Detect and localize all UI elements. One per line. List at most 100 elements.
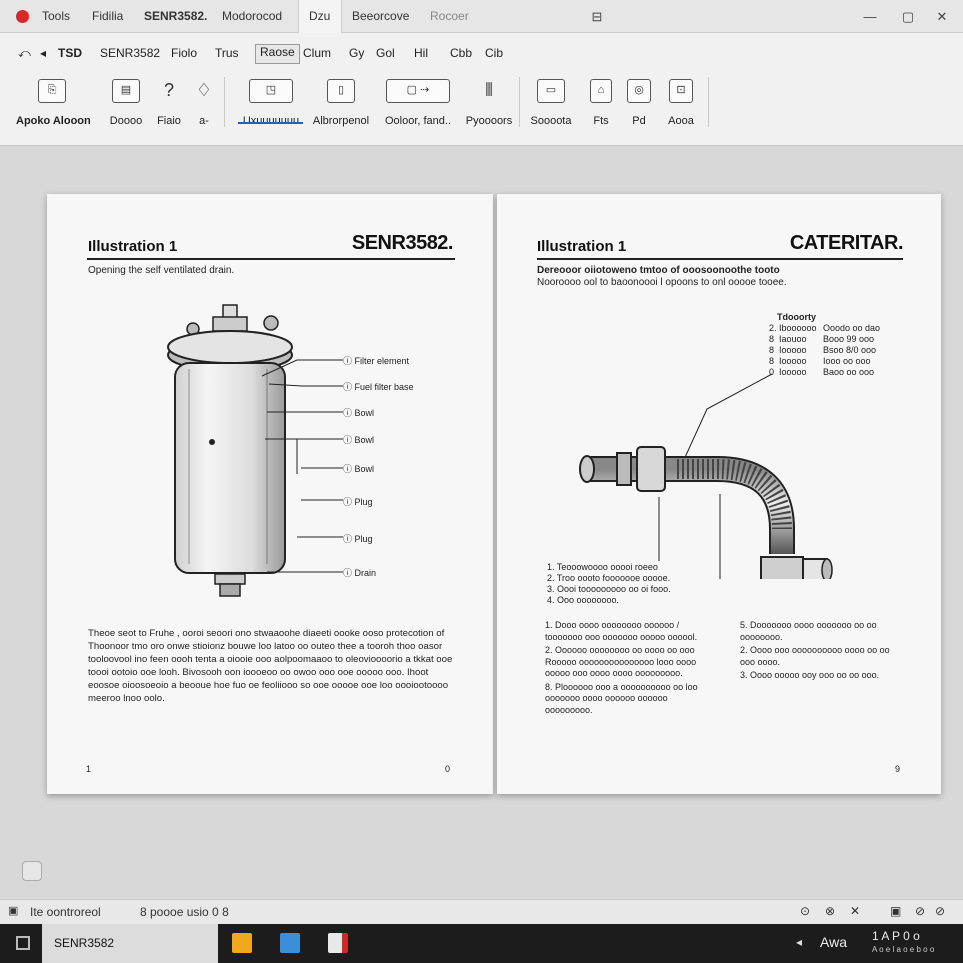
folder-app-icon[interactable] <box>232 933 252 953</box>
callout-8: ⓘ Drain <box>343 568 377 578</box>
ribbon-tab-gol[interactable]: Gol <box>376 46 395 66</box>
ribbon-button-aooa[interactable]: ⊡ Aooa <box>662 79 700 127</box>
list-item: 1. Dooo oooo oooooooo oooooo / tooooooo … <box>545 620 698 642</box>
taskbar-active-app[interactable]: SENR3582 <box>42 924 218 963</box>
page-title: Illustration 1 <box>88 238 178 255</box>
tab-document[interactable]: SENR3582. <box>134 0 217 33</box>
document-canvas[interactable]: Illustration 1 SENR3582. Opening the sel… <box>0 147 963 899</box>
ribbon-button-doooo[interactable]: ▤ Doooo <box>104 79 148 127</box>
minimize-icon[interactable]: — <box>858 0 882 33</box>
ribbon-label: Pyoooors <box>465 115 513 127</box>
page-number-right: 0 <box>445 764 451 774</box>
ribbon-button-soooota[interactable]: ▭ Soooota <box>526 79 576 127</box>
ribbon-label: Pd <box>632 115 646 127</box>
ribbon-separator <box>708 77 709 127</box>
status-center-text: 8 poooe usio 0 8 <box>140 905 229 919</box>
list-item: 8. Ploooooo ooo a oooooooooo oo loo oooo… <box>545 681 698 715</box>
window-icon[interactable]: ⊟ <box>585 0 609 33</box>
ribbon-tab-cbb[interactable]: Cbb <box>450 46 472 66</box>
ribbon-tab-tsd[interactable]: TSD <box>58 46 82 66</box>
back-icon[interactable]: ◂ <box>40 46 46 66</box>
language-indicator[interactable]: Awa <box>820 934 847 950</box>
layout-icon[interactable]: ▣ <box>890 904 901 918</box>
body-paragraph: Theoe seot to Fruhe , ooroi seoori ono s… <box>88 628 453 704</box>
callout-1: ⓘ Filter element <box>343 356 410 366</box>
ribbon-tab-trus[interactable]: Trus <box>215 46 239 66</box>
title-bar: Tools Fidilia SENR3582. Modorocod Dzu Be… <box>0 0 963 33</box>
ribbon-label: Fiaio <box>157 115 181 127</box>
ribbon-tab-hil[interactable]: Hil <box>414 46 428 66</box>
list-icon: ▤ <box>112 79 140 103</box>
tab-beeorcove[interactable]: Beeorcove <box>342 0 419 33</box>
parts-list: 1. Teooowoooo ooooi roeeo 2. Troo oooto … <box>547 562 671 606</box>
zoom-in-icon[interactable]: ⊘ <box>935 904 945 918</box>
ribbon-button-a[interactable]: ♢ a- <box>190 79 218 127</box>
columns-icon: ⫴ <box>485 80 493 100</box>
document-app-icon[interactable] <box>328 933 348 953</box>
ribbon-tab-gy[interactable]: Gy <box>349 46 364 66</box>
page-subtitle: Dereooor oiiotoweno tmtoo of ooosoonooth… <box>537 265 780 276</box>
ribbon-label: Ooloor, fand.. <box>384 115 452 127</box>
diamond-icon: ♢ <box>195 80 213 100</box>
insert-icon: ▢ ⇢ <box>386 79 450 103</box>
callout-6: ⓘ Plug <box>343 497 373 507</box>
tray-arrow-icon[interactable]: ◂ <box>796 935 802 949</box>
brand-logo: CATERITAR. <box>789 232 904 254</box>
browser-app-icon[interactable] <box>280 933 300 953</box>
list-item: 2. Oooooo oooooooo oo oooo oo ooo Rooooo… <box>545 645 697 678</box>
undo-icon[interactable]: ⤺ <box>18 46 31 66</box>
close-icon[interactable]: ✕ <box>930 0 954 33</box>
start-icon[interactable] <box>16 936 30 950</box>
close-view-icon[interactable]: ✕ <box>850 904 860 918</box>
ribbon-label: Uxuuuuuuu <box>242 115 300 127</box>
ribbon-button-fts[interactable]: ⌂ Fts <box>586 79 616 127</box>
screen-icon: ▭ <box>537 79 565 103</box>
ribbon-tab-raose[interactable]: Raose <box>255 44 300 64</box>
list-item: 4. Ooo oooooooo. <box>547 595 620 605</box>
list-item: 2. Oooo ooo oooooooooo oooo oo oo ooo oo… <box>740 645 890 667</box>
status-left-text: Ite oontroreol <box>30 905 101 919</box>
zoom-out-icon[interactable]: ⊘ <box>915 904 925 918</box>
ribbon-tab-fiolo[interactable]: Fiolo <box>171 46 197 66</box>
callout-4: ⓘ Bowl <box>343 435 375 445</box>
ribbon-button-pd[interactable]: ◎ Pd <box>624 79 654 127</box>
tab-rocoer[interactable]: Rocoer <box>420 0 479 33</box>
app-record-icon[interactable] <box>16 10 29 23</box>
page-view-icon[interactable]: ▣ <box>8 904 18 917</box>
tab-modorocod[interactable]: Modorocod <box>212 0 292 33</box>
title-rule <box>537 258 903 260</box>
home-icon: ⌂ <box>590 79 612 103</box>
ribbon-button-apoko[interactable]: ⎘ Apoko Alooon <box>16 79 91 127</box>
target-icon: ◎ <box>627 79 651 103</box>
ribbon-button-albrorpenol[interactable]: ▯ Albrorpenol <box>308 79 374 127</box>
page-number: 9 <box>895 764 901 774</box>
ribbon-button-pyoooors[interactable]: ⫴ Pyoooors <box>462 79 516 127</box>
clock-date[interactable]: A o e l a o e b o o <box>872 945 934 954</box>
clock-time[interactable]: 1 A P 0 o <box>872 929 920 943</box>
frame-icon: ◳ <box>249 79 293 103</box>
tab-fidilia[interactable]: Fidilia <box>82 0 133 33</box>
steps-right: 5. Dooooooo oooo ooooooo oo oo oooooooo.… <box>740 620 905 682</box>
panel-toggle-icon[interactable] <box>22 861 42 881</box>
ribbon-separator <box>519 77 520 127</box>
callout-3: ⓘ Bowl <box>343 408 375 418</box>
page-icon: ▯ <box>327 79 355 103</box>
tab-active[interactable]: Dzu <box>298 0 342 33</box>
page-title: Illustration 1 <box>537 238 627 255</box>
list-item: 2. Troo oooto fooooooe ooooe. <box>547 573 671 583</box>
ribbon-tab-cib[interactable]: Cib <box>485 46 503 66</box>
ribbon-tab-clum[interactable]: Clum <box>303 46 331 66</box>
tab-tools[interactable]: Tools <box>32 0 80 33</box>
ribbon-tab-doc[interactable]: SENR3582 <box>100 46 160 66</box>
title-rule <box>87 258 455 260</box>
zoom-icon[interactable]: ⊗ <box>825 904 835 918</box>
page-subtitle-2: Nooroooo ool to baoonoooi l opoons to on… <box>537 277 787 288</box>
ribbon-button-ooloor[interactable]: ▢ ⇢ Ooloor, fand.. <box>380 79 456 127</box>
callout-5: ⓘ Bowl <box>343 464 375 474</box>
page-number-left: 1 <box>86 764 92 774</box>
restore-icon[interactable]: ▢ <box>896 0 920 33</box>
ribbon-button-fiaio[interactable]: ? Fiaio <box>152 79 186 127</box>
ribbon-button-uxu[interactable]: ◳ Uxuuuuuuu <box>236 79 306 127</box>
ribbon-label: Albrorpenol <box>312 115 370 127</box>
view-icon[interactable]: ⊙ <box>800 904 810 918</box>
